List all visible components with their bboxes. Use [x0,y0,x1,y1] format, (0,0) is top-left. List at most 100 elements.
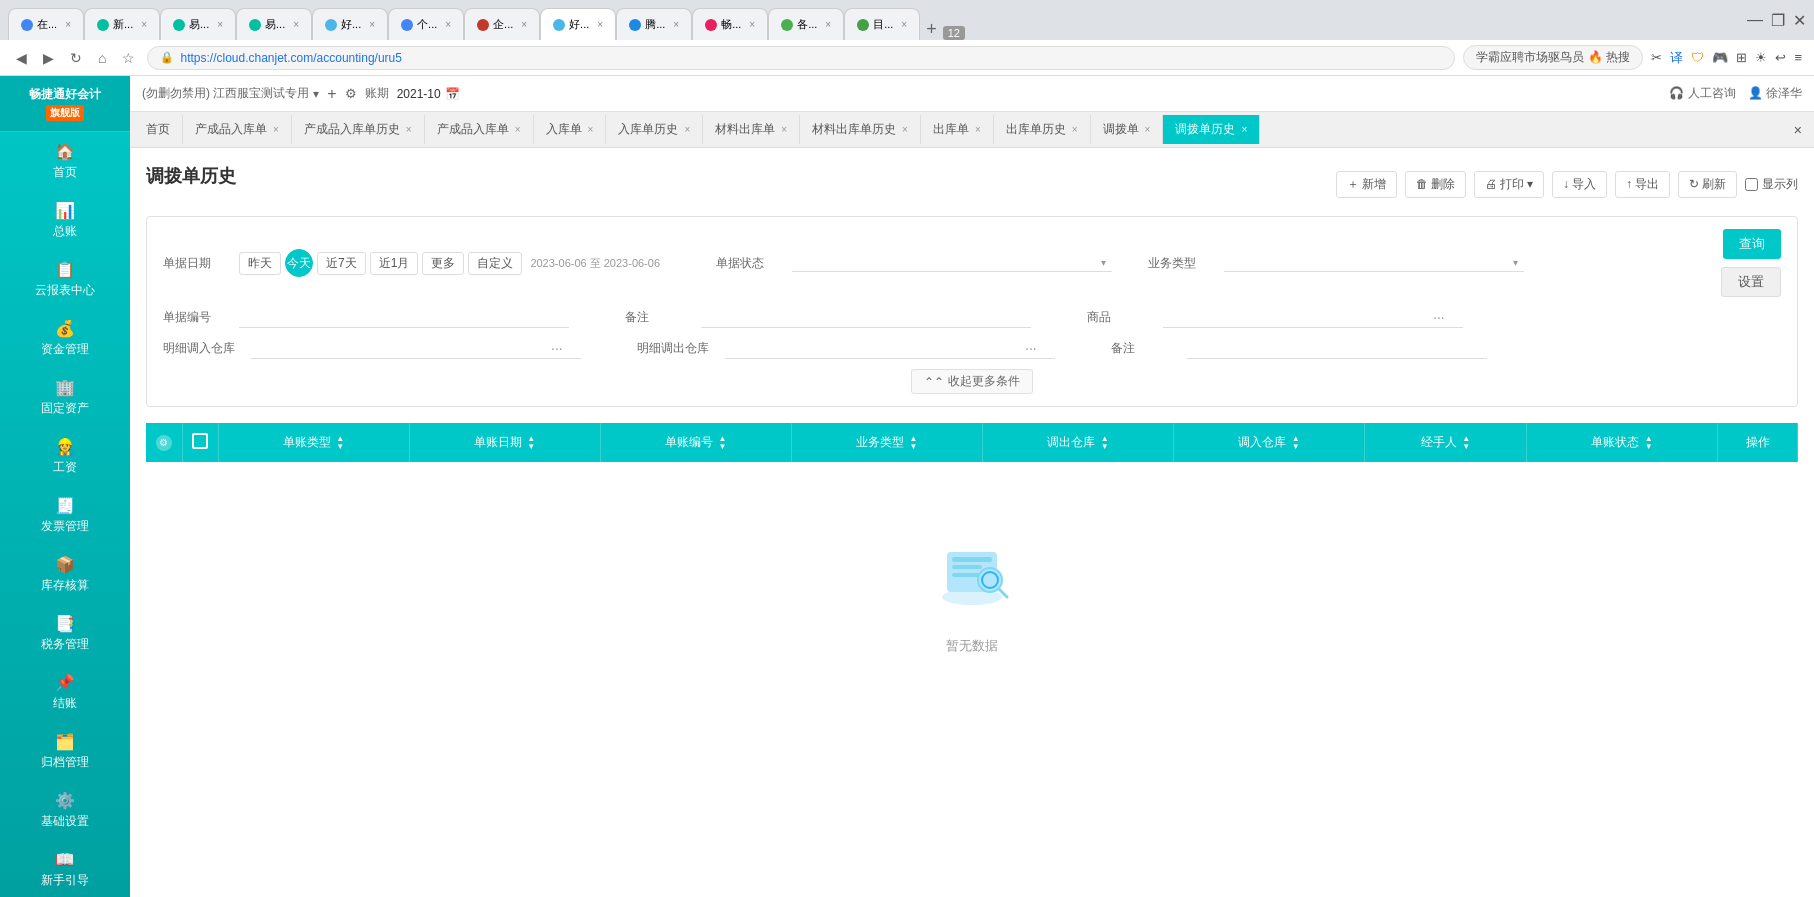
setting-btn[interactable]: 设置 [1721,267,1781,297]
back-btn[interactable]: ◀ [12,46,31,70]
tab-finished-in-history[interactable]: 产成品入库单历史 × [292,115,425,144]
minimize-btn[interactable]: — [1747,11,1763,29]
tab-material-out[interactable]: 材料出库单 × [703,115,800,144]
browser-tab-2[interactable]: 新... × [84,8,160,40]
refresh-btn[interactable]: ↻ 刷新 [1678,171,1737,198]
import-btn[interactable]: ↓ 导入 [1552,171,1607,198]
show-columns-check[interactable]: 显示列 [1745,176,1798,193]
th-in-warehouse[interactable]: 调入仓库 ▲▼ [1173,423,1364,462]
tab-finished-in[interactable]: 产成品入库单 × [183,115,292,144]
close-btn[interactable]: ✕ [1793,11,1806,30]
tab-transfer-history-close[interactable]: × [1241,124,1247,135]
forward-btn[interactable]: ▶ [39,46,58,70]
business-type-select[interactable]: ▾ [1224,254,1524,272]
browser-tab-1[interactable]: 在... × [8,8,84,40]
url-bar[interactable]: 🔒 https://cloud.chanjet.com/accounting/u… [147,46,1455,70]
print-btn[interactable]: 🖨 打印 ▾ [1474,171,1544,198]
sidebar-item-inventory[interactable]: 📦 库存核算 [0,545,130,604]
th-out-warehouse[interactable]: 调出仓库 ▲▼ [982,423,1173,462]
tab-in-close[interactable]: × [588,124,594,135]
in-warehouse-dots-btn[interactable]: ··· [551,340,563,356]
tab-in[interactable]: 入库单 × [534,115,607,144]
column-settings-icon[interactable]: ⚙ [156,435,172,451]
query-btn[interactable]: 查询 [1723,229,1781,259]
out-warehouse-input[interactable] [725,338,1025,358]
sidebar-item-reports[interactable]: 📋 云报表中心 [0,250,130,309]
tab-home[interactable]: 首页 [134,115,183,144]
date-yesterday-btn[interactable]: 昨天 [239,252,281,275]
tab-in-history-close[interactable]: × [684,124,690,135]
date-1month-btn[interactable]: 近1月 [370,252,419,275]
th-doc-date[interactable]: 单账日期 ▲▼ [409,423,600,462]
docno-input[interactable] [239,307,569,328]
close-all-tabs-btn[interactable]: × [1786,122,1810,138]
browser-tab-3[interactable]: 易... × [160,8,236,40]
note-input[interactable] [701,307,1031,328]
browser-tab-12[interactable]: 目... × [844,8,920,40]
date-7days-btn[interactable]: 近7天 [317,252,366,275]
status-select[interactable]: ▾ [792,254,1112,272]
new-tab-btn[interactable]: + [920,19,943,40]
date-custom-btn[interactable]: 自定义 [468,252,522,275]
period-selector[interactable]: 2021-10 📅 [397,87,460,101]
browser-tab-4[interactable]: 易... × [236,8,312,40]
home-btn[interactable]: ⌂ [94,46,110,70]
sidebar-item-tax[interactable]: 📑 税务管理 [0,604,130,663]
browser-tab-8[interactable]: 好... × [540,8,616,40]
reload-btn[interactable]: ↻ [66,46,86,70]
tab-out-close[interactable]: × [975,124,981,135]
tab-in-history[interactable]: 入库单历史 × [606,115,703,144]
consultation-btn[interactable]: 🎧 人工咨询 [1669,85,1735,102]
sidebar-item-invoice[interactable]: 🧾 发票管理 [0,486,130,545]
browser-tab-9[interactable]: 腾... × [616,8,692,40]
add-company-btn[interactable]: + [327,85,336,103]
out-warehouse-dots-btn[interactable]: ··· [1025,340,1037,356]
th-handler[interactable]: 经手人 ▲▼ [1365,423,1527,462]
th-checkbox[interactable] [182,423,218,462]
sidebar-item-payroll[interactable]: 👷 工资 [0,427,130,486]
browser-tab-5[interactable]: 好... × [312,8,388,40]
note2-input[interactable] [1187,338,1487,359]
tab-transfer-history[interactable]: 调拨单历史 × [1163,115,1260,144]
collapse-btn[interactable]: ⌃⌃ 收起更多条件 [911,369,1033,394]
tab-material-out-history-close[interactable]: × [902,124,908,135]
th-gear[interactable]: ⚙ [146,423,182,462]
in-warehouse-input[interactable] [251,338,551,358]
select-all-checkbox[interactable] [192,433,208,449]
tab-out[interactable]: 出库单 × [921,115,994,144]
th-doc-no[interactable]: 单账编号 ▲▼ [600,423,791,462]
tab-material-out-close[interactable]: × [781,124,787,135]
tab-transfer-close[interactable]: × [1145,124,1151,135]
tab-finished-in2-close[interactable]: × [515,124,521,135]
maximize-btn[interactable]: ❐ [1771,11,1785,30]
browser-tab-11[interactable]: 各... × [768,8,844,40]
sidebar-item-assets[interactable]: 🏢 固定资产 [0,368,130,427]
browser-tab-10[interactable]: 畅... × [692,8,768,40]
goods-dots-btn[interactable]: ··· [1433,309,1445,325]
sidebar-item-ledger[interactable]: 📊 总账 [0,191,130,250]
sidebar-item-archive[interactable]: 🗂️ 归档管理 [0,722,130,781]
tab-finished-in2[interactable]: 产成品入库单 × [425,115,534,144]
export-btn[interactable]: ↑ 导出 [1615,171,1670,198]
tab-out-history-close[interactable]: × [1072,124,1078,135]
user-avatar[interactable]: 👤 徐泽华 [1748,85,1802,102]
goods-input[interactable] [1163,307,1433,327]
sidebar-item-settings[interactable]: ⚙️ 基础设置 [0,781,130,840]
bookmark-btn[interactable]: ☆ [118,46,139,70]
company-settings-btn[interactable]: ⚙ [345,86,357,101]
th-biz-type[interactable]: 业务类型 ▲▼ [791,423,982,462]
delete-btn[interactable]: 🗑 删除 [1405,171,1466,198]
sidebar-item-guide[interactable]: 📖 新手引导 [0,840,130,897]
tab-finished-in-history-close[interactable]: × [406,124,412,135]
tab-material-out-history[interactable]: 材料出库单历史 × [800,115,921,144]
tab-finished-in-close[interactable]: × [273,124,279,135]
sidebar-item-home[interactable]: 🏠 首页 [0,132,130,191]
new-btn[interactable]: ＋ 新增 [1336,171,1397,198]
th-doc-type[interactable]: 单账类型 ▲▼ [218,423,409,462]
sidebar-item-funds[interactable]: 💰 资金管理 [0,309,130,368]
show-columns-checkbox[interactable] [1745,178,1758,191]
date-today-btn[interactable]: 今天 [285,249,313,277]
browser-tab-6[interactable]: 个... × [388,8,464,40]
browser-tab-7[interactable]: 企... × [464,8,540,40]
company-selector[interactable]: (勿删勿禁用) 江西服宝测试专用 ▾ [142,85,319,102]
